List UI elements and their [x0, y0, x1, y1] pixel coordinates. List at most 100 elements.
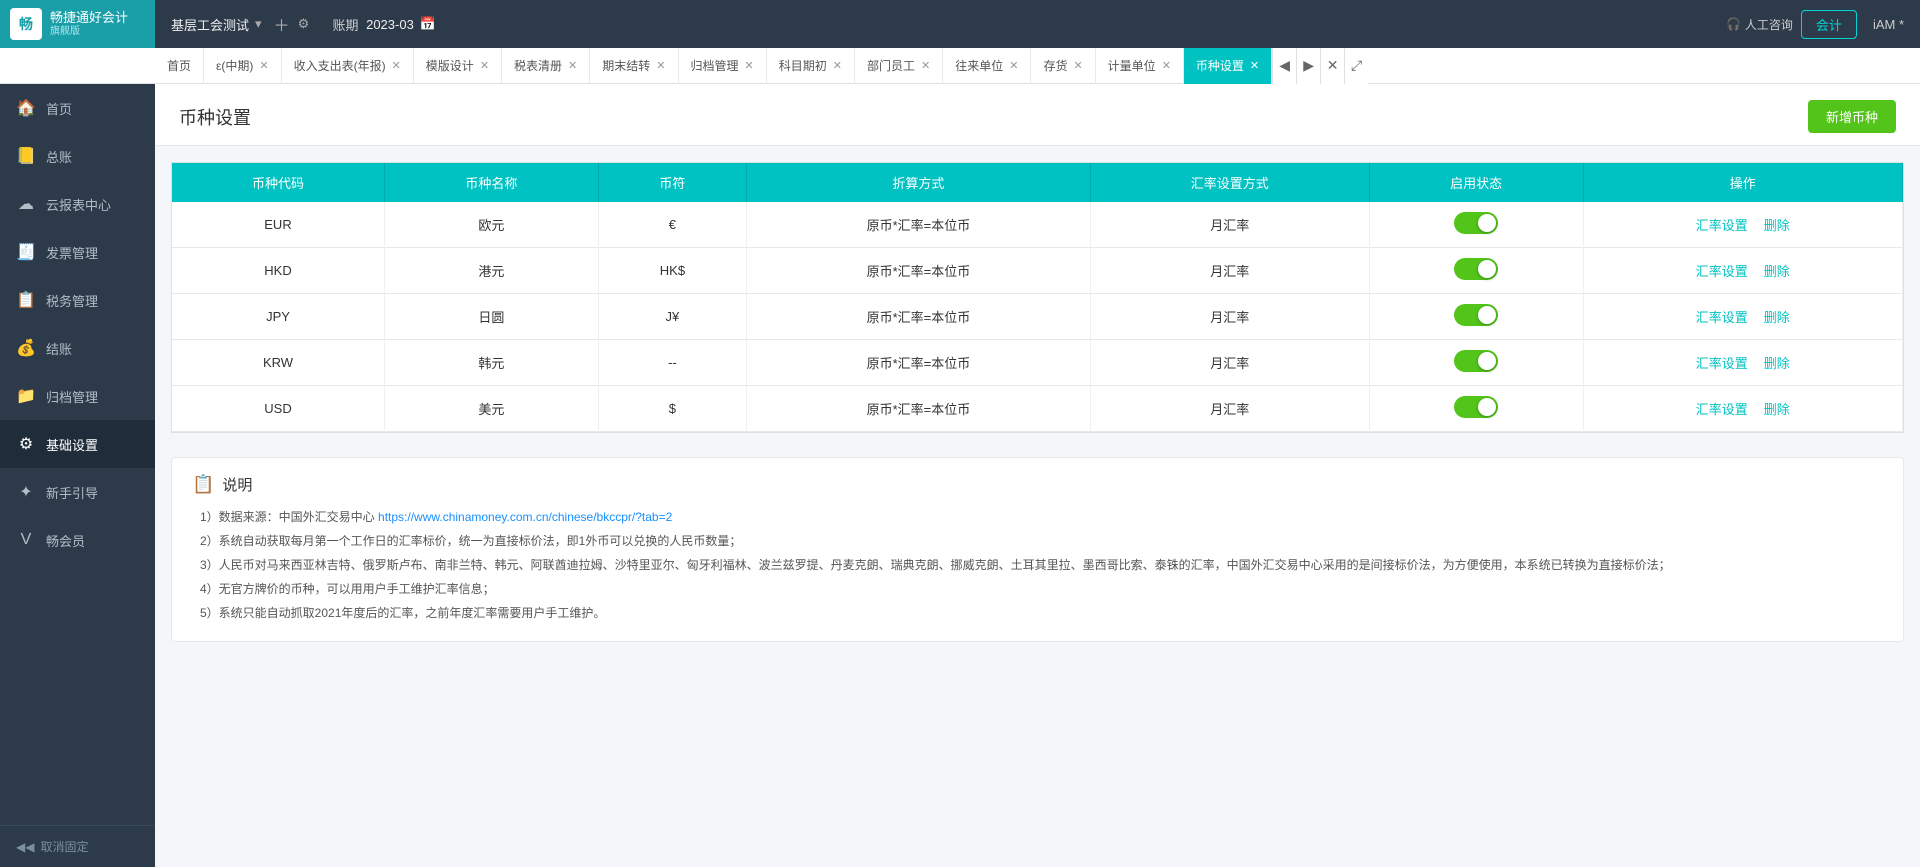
tab-close-icon[interactable]: ✕	[656, 59, 665, 72]
tab-next-button[interactable]: ▶	[1296, 48, 1320, 84]
archive-icon: 📁	[16, 386, 36, 406]
tab-close-icon[interactable]: ✕	[480, 59, 489, 72]
rate-settings-link-2[interactable]: 汇率设置	[1696, 310, 1748, 325]
member-icon: V	[16, 530, 36, 550]
tab-[interactable]: 往来单位✕	[943, 48, 1031, 84]
delete-link-3[interactable]: 删除	[1764, 356, 1790, 371]
sidebar-item-reports[interactable]: ☁云报表中心	[0, 180, 155, 228]
cell-4-row-4: 月汇率	[1090, 386, 1369, 432]
tab-close-icon[interactable]: ✕	[1073, 59, 1082, 72]
sidebar-collapse-button[interactable]: ◀◀ 取消固定	[0, 825, 155, 867]
note-item-0: 1）数据来源：中国外汇交易中心 https://www.chinamoney.c…	[200, 505, 1883, 529]
table-row: JPY日圆J¥原币*汇率=本位币月汇率汇率设置删除	[172, 294, 1903, 340]
col-header-操作: 操作	[1583, 163, 1902, 202]
delete-link-1[interactable]: 删除	[1764, 264, 1790, 279]
toggle-0[interactable]	[1454, 212, 1498, 234]
tab-close-icon[interactable]: ✕	[833, 59, 842, 72]
note-item-1: 2）系统自动获取每月第一个工作日的汇率标价，统一为直接标价法，即1外币可以兑换的…	[200, 529, 1883, 553]
kuaiji-button[interactable]: 会计	[1801, 10, 1857, 39]
logo-line1: 畅捷通好会计	[50, 10, 128, 26]
table-row: EUR欧元€原币*汇率=本位币月汇率汇率设置删除	[172, 202, 1903, 248]
collapse-label: 取消固定	[40, 838, 88, 855]
org-settings-icon[interactable]: ⚙	[298, 16, 310, 32]
tab-close-icon[interactable]: ✕	[259, 59, 268, 72]
tab-[interactable]: 首页	[155, 48, 204, 84]
tab-close-icon[interactable]: ✕	[392, 59, 401, 72]
tab-[interactable]: 科目期初✕	[767, 48, 855, 84]
tab-[interactable]: 期末结转✕	[590, 48, 678, 84]
action-cell-row-2: 汇率设置 删除	[1583, 294, 1902, 340]
cell-1-row-2: 日圆	[384, 294, 598, 340]
sidebar-item-tax[interactable]: 📋税务管理	[0, 276, 155, 324]
settings-icon: ⚙	[16, 434, 36, 454]
tab-[interactable]: 税表清册✕	[502, 48, 590, 84]
sidebar-label-member: 畅会员	[46, 531, 85, 550]
tab-[interactable]: 模版设计✕	[414, 48, 502, 84]
sidebar-item-settings[interactable]: ⚙基础设置	[0, 420, 155, 468]
tab-[interactable]: 收入支出表(年报)✕	[282, 48, 414, 84]
home-icon: 🏠	[16, 98, 36, 118]
tab-close-icon[interactable]: ✕	[1250, 59, 1259, 72]
sidebar-item-archive[interactable]: 📁 归档管理	[0, 372, 155, 420]
tab-[interactable]: 部门员工✕	[855, 48, 943, 84]
tab-expand-button[interactable]: ⤢	[1344, 48, 1368, 84]
tab-[interactable]: 存货✕	[1031, 48, 1095, 84]
cell-2-row-1: HK$	[598, 248, 746, 294]
rate-settings-link-3[interactable]: 汇率设置	[1696, 356, 1748, 371]
tab-[interactable]: 归档管理✕	[679, 48, 767, 84]
note-item-4: 5）系统只能自动抓取2021年度后的汇率，之前年度汇率需要用户手工维护。	[200, 601, 1883, 625]
cell-2-row-3: --	[598, 340, 746, 386]
toggle-3[interactable]	[1454, 350, 1498, 372]
sidebar-item-member[interactable]: V 畅会员	[0, 516, 155, 564]
period-label: 账期	[332, 15, 358, 34]
tab-close-all-button[interactable]: ✕	[1320, 48, 1344, 84]
headset-icon: 🎧	[1726, 17, 1741, 31]
chinamoney-link[interactable]: https://www.chinamoney.com.cn/chinese/bk…	[378, 510, 672, 524]
sidebar-label-home: 首页	[46, 99, 72, 118]
tab-close-icon[interactable]: ✕	[1009, 59, 1018, 72]
sidebar-item-ledger[interactable]: 📒总账	[0, 132, 155, 180]
sidebar-label-archive: 归档管理	[46, 387, 98, 406]
tab-[interactable]: ε(中期)✕	[204, 48, 282, 84]
toggle-cell-row-0	[1369, 202, 1583, 248]
tab-close-icon[interactable]: ✕	[568, 59, 577, 72]
tab-close-icon[interactable]: ✕	[921, 59, 930, 72]
rate-settings-link-1[interactable]: 汇率设置	[1696, 264, 1748, 279]
calendar-icon[interactable]: 📅	[420, 16, 436, 32]
tab-[interactable]: 币种设置✕	[1184, 48, 1272, 84]
tab-close-icon[interactable]: ✕	[1162, 59, 1171, 72]
toggle-cell-row-2	[1369, 294, 1583, 340]
rate-settings-link-0[interactable]: 汇率设置	[1696, 218, 1748, 233]
delete-link-4[interactable]: 删除	[1764, 402, 1790, 417]
sidebar-item-home[interactable]: 🏠 首页	[0, 84, 155, 132]
help-label: 人工咨询	[1745, 16, 1793, 33]
toggle-4[interactable]	[1454, 396, 1498, 418]
org-add-button[interactable]: ＋	[274, 12, 290, 36]
toggle-2[interactable]	[1454, 304, 1498, 326]
sidebar-item-guide[interactable]: ✦新手引导	[0, 468, 155, 516]
sidebar-label-ledger: 总账	[46, 147, 72, 166]
delete-link-2[interactable]: 删除	[1764, 310, 1790, 325]
help-button[interactable]: 🎧 人工咨询	[1726, 16, 1793, 33]
sidebar-label-tax: 税务管理	[46, 291, 98, 310]
notes-section: 📋 说明 1）数据来源：中国外汇交易中心 https://www.chinamo…	[171, 457, 1904, 642]
tab-close-icon[interactable]: ✕	[745, 59, 754, 72]
delete-link-0[interactable]: 删除	[1764, 218, 1790, 233]
new-currency-button[interactable]: 新增币种	[1808, 100, 1896, 133]
tab-[interactable]: 计量单位✕	[1096, 48, 1184, 84]
table-row: HKD港元HK$原币*汇率=本位币月汇率汇率设置删除	[172, 248, 1903, 294]
collapse-icon: ◀◀	[16, 840, 34, 854]
cell-2-row-2: J¥	[598, 294, 746, 340]
logo-line2: 旗舰版	[50, 26, 128, 38]
rate-settings-link-4[interactable]: 汇率设置	[1696, 402, 1748, 417]
tab-prev-button[interactable]: ◀	[1272, 48, 1296, 84]
toggle-1[interactable]	[1454, 258, 1498, 280]
user-label[interactable]: iAM *	[1865, 17, 1912, 32]
org-dropdown-icon[interactable]: ▾	[255, 16, 262, 32]
notes-icon: 📋	[192, 474, 214, 495]
sidebar-item-invoice[interactable]: 🧾发票管理	[0, 228, 155, 276]
action-cell-row-1: 汇率设置 删除	[1583, 248, 1902, 294]
toggle-cell-row-4	[1369, 386, 1583, 432]
reports-icon: ☁	[16, 194, 36, 214]
sidebar-item-settlement[interactable]: 💰结账	[0, 324, 155, 372]
